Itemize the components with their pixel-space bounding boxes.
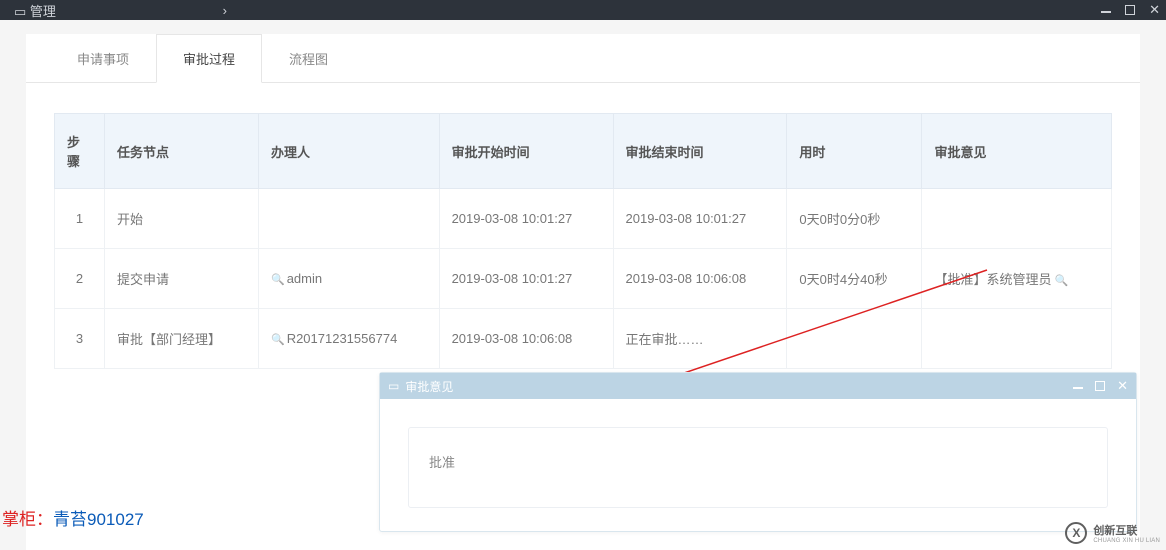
sidebar-item-label: 管理 xyxy=(30,4,56,19)
dialog-close-icon[interactable]: ✕ xyxy=(1117,381,1128,391)
cell-start: 2019-03-08 10:01:27 xyxy=(439,189,613,249)
th-start: 审批开始时间 xyxy=(439,114,613,189)
cell-node: 开始 xyxy=(105,189,259,249)
dialog-minimize-icon[interactable] xyxy=(1073,387,1083,389)
footer-label: 掌柜： xyxy=(2,510,53,529)
footer-caption: 掌柜：青苔901027 xyxy=(2,505,144,530)
cell-step: 2 xyxy=(55,249,105,309)
cell-handler[interactable]: admin xyxy=(258,249,439,309)
footer-handle: 青苔901027 xyxy=(53,510,144,529)
watermark-badge-icon: X xyxy=(1065,522,1087,544)
th-handler: 办理人 xyxy=(258,114,439,189)
cell-step: 3 xyxy=(55,309,105,369)
dialog-maximize-icon[interactable] xyxy=(1095,381,1105,391)
chevron-right-icon: › xyxy=(223,3,227,18)
tab-process[interactable]: 审批过程 xyxy=(156,34,262,83)
cell-node: 提交申请 xyxy=(105,249,259,309)
cell-start: 2019-03-08 10:06:08 xyxy=(439,309,613,369)
opinion-dialog: ▭ 审批意见 ✕ 批准 xyxy=(379,372,1137,532)
approval-table: 步骤 任务节点 办理人 审批开始时间 审批结束时间 用时 审批意见 1 开始 2… xyxy=(54,113,1112,369)
opinion-dialog-titlebar[interactable]: ▭ 审批意见 ✕ xyxy=(380,373,1136,399)
tab-apply[interactable]: 申请事项 xyxy=(50,34,156,82)
cell-end: 2019-03-08 10:06:08 xyxy=(613,249,787,309)
table-row[interactable]: 1 开始 2019-03-08 10:01:27 2019-03-08 10:0… xyxy=(55,189,1112,249)
th-duration: 用时 xyxy=(787,114,922,189)
th-node: 任务节点 xyxy=(105,114,259,189)
magnifier-icon[interactable] xyxy=(271,331,287,346)
table-row[interactable]: 2 提交申请 admin 2019-03-08 10:01:27 2019-03… xyxy=(55,249,1112,309)
cell-duration: 0天0时0分0秒 xyxy=(787,189,922,249)
th-opinion: 审批意见 xyxy=(922,114,1112,189)
watermark-brand: 创新互联 xyxy=(1093,522,1160,538)
cell-start: 2019-03-08 10:01:27 xyxy=(439,249,613,309)
cell-end: 正在审批…… xyxy=(613,309,787,369)
cell-duration xyxy=(787,309,922,369)
table-row[interactable]: 3 审批【部门经理】 R20171231556774 2019-03-08 10… xyxy=(55,309,1112,369)
cell-handler[interactable]: R20171231556774 xyxy=(258,309,439,369)
table-header-row: 步骤 任务节点 办理人 审批开始时间 审批结束时间 用时 审批意见 xyxy=(55,114,1112,189)
tabs: 申请事项 审批过程 流程图 xyxy=(26,34,1140,83)
dialog-title: 审批意见 xyxy=(405,378,453,395)
cell-opinion xyxy=(922,309,1112,369)
watermark-sub: CHUANG XIN HU LIAN xyxy=(1093,538,1160,544)
th-step: 步骤 xyxy=(55,114,105,189)
cell-step: 1 xyxy=(55,189,105,249)
cell-node: 审批【部门经理】 xyxy=(105,309,259,369)
th-end: 审批结束时间 xyxy=(613,114,787,189)
maximize-icon[interactable] xyxy=(1125,5,1135,15)
cell-opinion[interactable]: 【批准】系统管理员 xyxy=(922,249,1112,309)
watermark-logo: X 创新互联 CHUANG XIN HU LIAN xyxy=(1065,522,1160,544)
opinion-content: 批准 xyxy=(408,427,1108,508)
cell-duration: 0天0时4分40秒 xyxy=(787,249,922,309)
opinion-link[interactable]: 【批准】系统管理员 xyxy=(934,272,1068,287)
sidebar-item[interactable]: ▭ 管理 › xyxy=(0,0,237,20)
cell-end: 2019-03-08 10:01:27 xyxy=(613,189,787,249)
tab-flowchart[interactable]: 流程图 xyxy=(262,34,355,82)
dialog-icon: ▭ xyxy=(388,379,399,393)
magnifier-icon[interactable] xyxy=(271,271,287,286)
cell-opinion xyxy=(922,189,1112,249)
close-icon[interactable]: ✕ xyxy=(1149,5,1160,15)
minimize-icon[interactable] xyxy=(1101,11,1111,13)
cell-handler xyxy=(258,189,439,249)
